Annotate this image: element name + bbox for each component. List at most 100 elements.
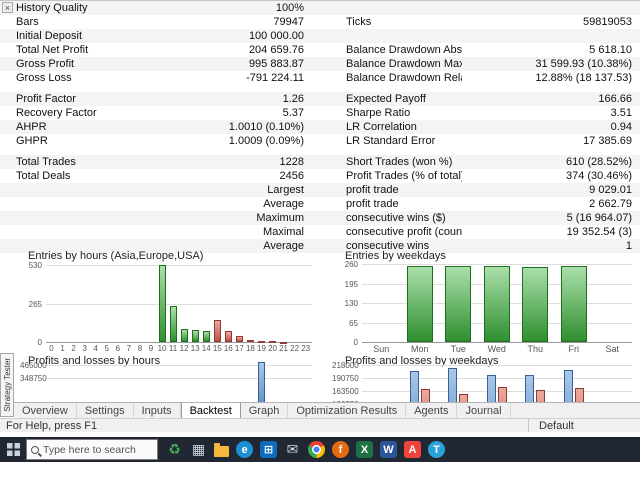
chart-bar	[420, 388, 430, 402]
table-row: AHPR 1.0010 (0.10%) LR Correlation 0.94	[0, 120, 640, 134]
chart-bar	[202, 330, 210, 342]
excel-icon[interactable]: X	[356, 441, 373, 458]
x-tick-label: Mon	[410, 344, 429, 354]
tab-journal[interactable]: Journal	[457, 403, 511, 418]
stat-value: 1.0009 (0.09%)	[228, 135, 304, 147]
y-tick-label: 163500	[332, 387, 359, 396]
x-tick-label: 19	[257, 344, 266, 353]
stat-value: 995 883.87	[248, 58, 304, 70]
close-panel-button[interactable]: ×	[2, 2, 13, 13]
strategy-tester-tab[interactable]: Strategy Tester	[0, 353, 14, 417]
x-tick-label: 22	[290, 344, 300, 353]
chart-bar	[574, 387, 584, 402]
search-icon	[31, 445, 39, 454]
start-button[interactable]	[0, 437, 26, 462]
table-row: Average profit trade 2 662.79	[0, 197, 640, 211]
grid-line	[46, 265, 312, 266]
tab-optimization-results[interactable]: Optimization Results	[288, 403, 407, 418]
stat-value: 1228	[279, 156, 304, 168]
chrome-icon[interactable]	[308, 441, 325, 458]
stat-label: GHPR	[16, 135, 48, 147]
tab-agents[interactable]: Agents	[406, 403, 458, 418]
y-tick-label: 348750	[20, 374, 47, 383]
chart-bar	[406, 266, 433, 342]
tab-graph[interactable]: Graph	[241, 403, 289, 418]
stat-value: 79947	[273, 16, 304, 28]
profile-selector[interactable]: Default	[528, 419, 640, 432]
profits-losses-by-weekdays-chart: Profits and losses by weekdays 218000 190…	[332, 355, 638, 402]
table-row: Maximum consecutive wins ($) 5 (16 964.07)	[0, 211, 640, 225]
task-view-icon[interactable]: ▦	[190, 441, 207, 458]
tab-settings[interactable]: Settings	[77, 403, 134, 418]
chart-bar	[158, 265, 166, 342]
table-row: Gross Profit 995 883.87 Balance Drawdown M…	[0, 57, 640, 71]
mt5-strategy-tester-window: × History Quality 100% Bars 79947 Ticks 5981…	[0, 0, 640, 480]
stat-value: 17 385.69	[583, 135, 632, 147]
tab-overview[interactable]: Overview	[14, 403, 77, 418]
telegram-icon[interactable]: T	[428, 441, 445, 458]
stat-label: Total Trades	[16, 156, 76, 168]
x-tick-label: 9	[148, 344, 154, 353]
tab-inputs[interactable]: Inputs	[134, 403, 181, 418]
stat-value: 204 659.76	[248, 44, 304, 56]
x-tick-label: 21	[279, 344, 289, 353]
stat-value: 3.51	[610, 107, 632, 119]
x-tick-label: 3	[82, 344, 87, 353]
store-icon[interactable]: ⊞	[260, 441, 277, 458]
grid-line	[362, 378, 632, 379]
stat-label: consecutive profit (count)	[346, 226, 462, 238]
table-row: Initial Deposit 100 000.00	[0, 29, 640, 43]
edge-icon[interactable]: e	[236, 441, 253, 458]
file-explorer-icon[interactable]	[214, 442, 229, 457]
status-help-text: For Help, press F1	[6, 419, 98, 432]
stat-label: Balance Drawdown Absolute	[346, 44, 462, 56]
stat-label: Balance Drawdown Maximal	[346, 58, 462, 70]
x-tick-label: 2	[71, 344, 76, 353]
stat-value: Largest	[267, 184, 304, 196]
stat-label: Expected Payoff	[346, 93, 426, 105]
chart-title: Entries by weekdays	[345, 250, 446, 262]
tab-bar: Overview Settings Inputs Backtest Graph …	[14, 402, 640, 418]
stat-label: Profit Trades (% of total)	[346, 170, 462, 182]
x-tick-label: Sat	[605, 344, 619, 354]
tab-backtest[interactable]: Backtest	[180, 403, 241, 418]
x-tick-label: 17	[234, 344, 244, 353]
stat-value: 2 662.79	[589, 198, 632, 210]
stat-label: Bars	[16, 16, 39, 28]
x-tick-label: Fri	[568, 344, 580, 354]
firefox-icon[interactable]: f	[332, 441, 349, 458]
x-tick-label: 4	[93, 344, 98, 353]
stat-label: Recovery Factor	[16, 107, 97, 119]
taskbar-search[interactable]	[26, 439, 158, 460]
section-separator	[0, 85, 640, 92]
chart-bar	[257, 340, 265, 343]
x-tick-label: 5	[104, 344, 109, 353]
grid-line	[46, 378, 312, 379]
mail-icon[interactable]: ✉	[284, 441, 301, 458]
y-tick-label: 465000	[20, 361, 47, 370]
search-input[interactable]	[43, 443, 153, 456]
stat-label: profit trade	[346, 198, 399, 210]
backtest-stats-table: History Quality 100% Bars 79947 Ticks 598190…	[0, 0, 640, 253]
y-tick-label: 0	[37, 338, 42, 347]
stat-value: 166.66	[598, 93, 632, 105]
stat-label: Short Trades (won %)	[346, 156, 453, 168]
chart-plot	[46, 264, 312, 344]
y-tick-label: 0	[353, 338, 358, 347]
y-tick-label: 265	[28, 299, 42, 309]
orange-app-icon[interactable]: A	[404, 441, 421, 458]
stat-label: LR Standard Error	[346, 135, 436, 147]
table-row: Total Net Profit 204 659.76 Balance Drawdo…	[0, 43, 640, 57]
stat-label: Total Deals	[16, 170, 71, 182]
word-icon[interactable]: W	[380, 441, 397, 458]
stat-label: AHPR	[16, 121, 47, 133]
chart-bar	[560, 265, 587, 342]
recycle-bin-icon[interactable]: ♻	[166, 441, 183, 458]
stat-label: Total Net Profit	[16, 44, 89, 56]
chart-bar	[257, 362, 265, 402]
y-tick-label: 195	[344, 279, 358, 289]
table-row: Total Deals 2456 Profit Trades (% of total…	[0, 169, 640, 183]
chart-bar	[459, 393, 469, 402]
stat-label: Profit Factor	[16, 93, 76, 105]
chart-bar	[486, 374, 496, 402]
